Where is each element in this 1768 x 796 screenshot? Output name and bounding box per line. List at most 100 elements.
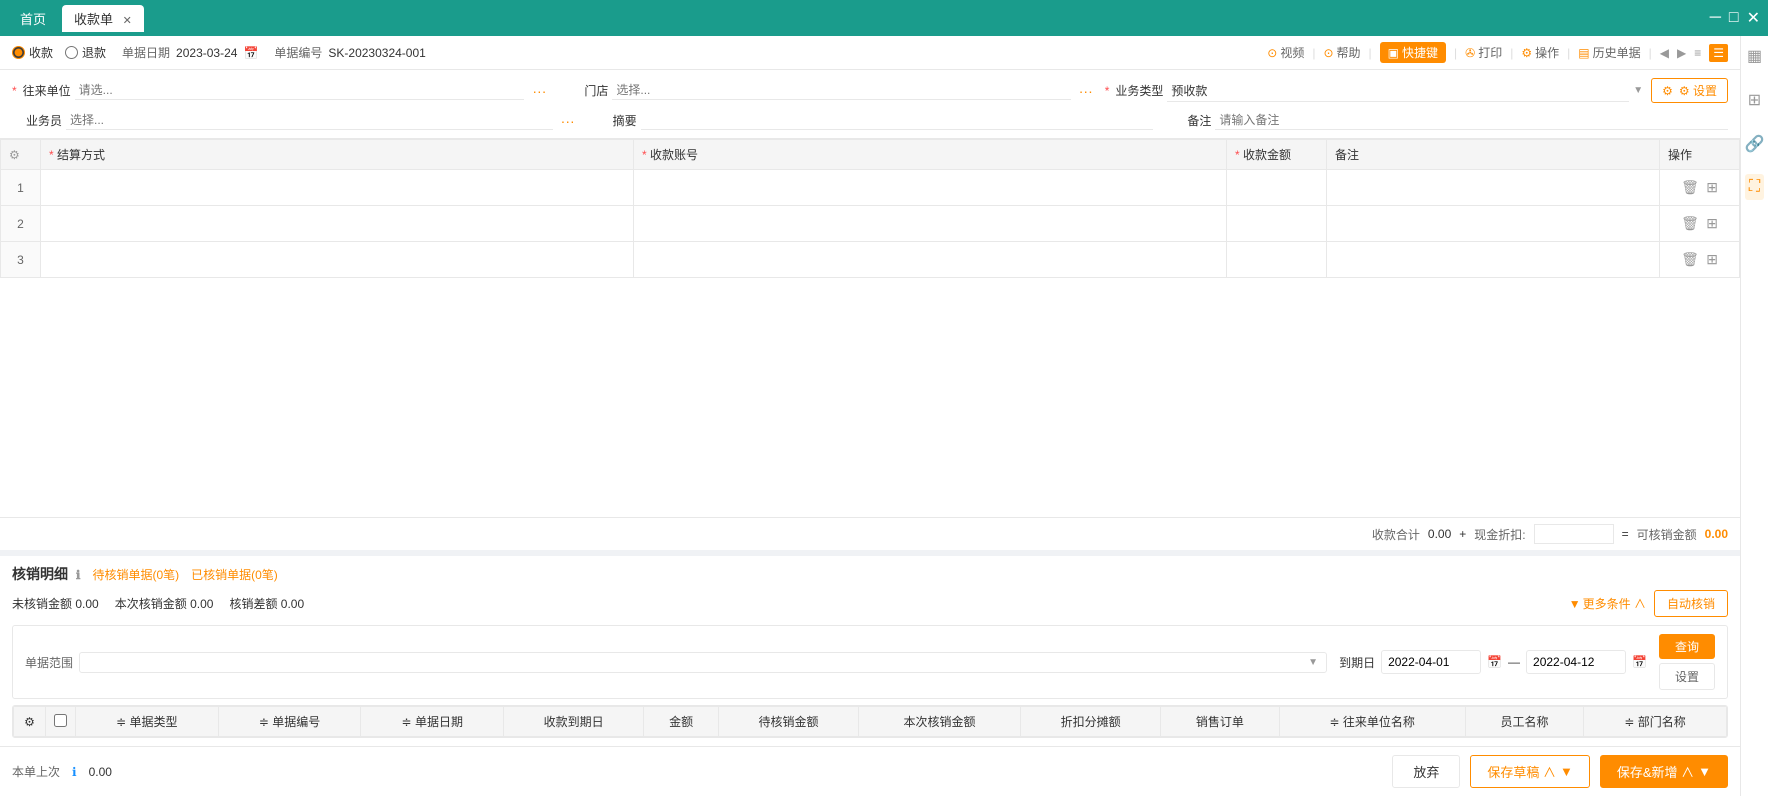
store-input[interactable]: [612, 81, 1070, 100]
amount-cell-2[interactable]: [1226, 206, 1326, 242]
settings-button[interactable]: ⚙ ⚙ 设置: [1651, 78, 1728, 103]
pending-verify-tab[interactable]: 待核销单据(0笔): [92, 566, 179, 583]
shortcut-action[interactable]: ▣ 快捷键: [1380, 42, 1446, 63]
amount-col-header: * 收款金额: [1226, 140, 1326, 170]
current-amount-col: 本次核销金额: [859, 707, 1021, 737]
account-cell-1[interactable]: [633, 170, 1226, 206]
video-action[interactable]: ⊙ 视频: [1267, 44, 1304, 61]
history-action[interactable]: ▤ 历史单据: [1578, 44, 1640, 61]
expand-sidebar-icon[interactable]: ⛶: [1745, 174, 1764, 200]
range-dropdown[interactable]: ▼: [79, 652, 1327, 673]
attach-sidebar-icon[interactable]: 🔗: [1741, 130, 1768, 158]
counterparty-more-icon[interactable]: ···: [528, 83, 550, 99]
counterparty-input[interactable]: [75, 81, 525, 100]
gear-col-header: ⚙: [1, 140, 41, 170]
help-action[interactable]: ⊙ 帮助: [1323, 44, 1360, 61]
verify-stats: 未核销金额 0.00 本次核销金额 0.00 核销差额 0.00 ▼ 更多条件 …: [12, 590, 1728, 617]
copy-row-1-icon[interactable]: ⊞: [1706, 179, 1718, 195]
abandon-button[interactable]: 放弃: [1392, 755, 1460, 788]
save-new-button[interactable]: 保存&新增 ∧ ▼: [1600, 755, 1728, 788]
copy-row-2-icon[interactable]: ⊞: [1706, 215, 1718, 231]
copy-row-3-icon[interactable]: ⊞: [1706, 251, 1718, 267]
nav-right-icon[interactable]: ▶: [1677, 46, 1686, 60]
close-window-icon[interactable]: ✕: [1747, 8, 1760, 28]
table-row: 1 🗑 ⊞: [1, 170, 1740, 206]
diff-stat: 核销差额 0.00: [229, 595, 304, 612]
date-field: 单据日期 2023-03-24 📅: [122, 44, 258, 61]
store-field: 门店 ···: [558, 81, 1096, 100]
account-cell-2[interactable]: [633, 206, 1226, 242]
copy-sidebar-icon[interactable]: ⊞: [1744, 86, 1765, 114]
verify-gear-col[interactable]: ⚙: [14, 707, 46, 737]
layout-icon-1[interactable]: ≡: [1694, 46, 1701, 60]
more-conditions-btn[interactable]: ▼ 更多条件 ∧: [1569, 595, 1646, 612]
operation-action[interactable]: ⚙ 操作: [1521, 44, 1559, 61]
remark-cell-2[interactable]: [1326, 206, 1659, 242]
form-section: * 往来单位 ··· 门店 ··· * 业务类型 预收款 ▼ ⚙: [0, 70, 1740, 139]
receipt-type-group: 收款 退款: [12, 44, 106, 61]
receipt-radio[interactable]: 收款: [12, 44, 53, 61]
remark-input[interactable]: [1215, 111, 1728, 130]
settlement-cell-1[interactable]: [41, 170, 634, 206]
settlement-cell-2[interactable]: [41, 206, 634, 242]
doc-type-col: ≑ 单据类型: [76, 707, 219, 737]
nav-tab-home[interactable]: 首页: [8, 5, 58, 32]
print-action[interactable]: ✇ 打印: [1465, 44, 1502, 61]
verify-checkbox-col: [46, 707, 76, 737]
form-row-1: * 往来单位 ··· 门店 ··· * 业务类型 预收款 ▼ ⚙: [12, 78, 1728, 103]
settings-icon: ⚙: [1662, 84, 1673, 98]
date-to-input[interactable]: [1526, 650, 1626, 674]
remark-cell-1[interactable]: [1326, 170, 1659, 206]
layout-icon-2[interactable]: ☰: [1709, 44, 1728, 62]
calendar-to-icon[interactable]: 📅: [1632, 655, 1647, 669]
date-from-input[interactable]: [1381, 650, 1481, 674]
print-icon: ✇: [1465, 46, 1475, 60]
close-tab-icon[interactable]: ✕: [123, 15, 132, 27]
staff-input[interactable]: [66, 111, 553, 130]
refund-radio[interactable]: 退款: [65, 44, 106, 61]
store-more-icon[interactable]: ···: [1075, 83, 1097, 99]
query-button[interactable]: 查询: [1659, 634, 1715, 659]
sales-order-col: 销售订单: [1161, 707, 1279, 737]
discount-input[interactable]: [1534, 524, 1614, 544]
delete-row-1-icon[interactable]: 🗑: [1681, 179, 1699, 195]
completed-verify-tab[interactable]: 已核销单据(0笔): [191, 566, 278, 583]
business-type-dropdown-icon[interactable]: ▼: [1633, 85, 1643, 96]
filter-icon: ▼: [1569, 597, 1581, 611]
settlement-cell-3[interactable]: [41, 242, 634, 278]
pending-amount-col: 待核销金额: [718, 707, 858, 737]
filter-settings-button[interactable]: 设置: [1659, 663, 1715, 690]
video-icon: ⊙: [1267, 46, 1277, 60]
counterparty-col: ≑ 往来单位名称: [1279, 707, 1465, 737]
account-cell-3[interactable]: [633, 242, 1226, 278]
calendar-icon[interactable]: 📅: [243, 46, 258, 60]
amount-cell-1[interactable]: [1226, 170, 1326, 206]
doc-num-col: ≑ 单据编号: [218, 707, 361, 737]
maximize-icon[interactable]: □: [1729, 9, 1739, 27]
business-type-value: 预收款: [1167, 80, 1629, 102]
select-all-checkbox[interactable]: [54, 714, 67, 727]
remark-cell-3[interactable]: [1326, 242, 1659, 278]
row-num-2: 2: [1, 206, 41, 242]
delete-row-3-icon[interactable]: 🗑: [1681, 251, 1699, 267]
row-num-3: 3: [1, 242, 41, 278]
nav-left-icon[interactable]: ◀: [1660, 46, 1669, 60]
dept-col: ≑ 部门名称: [1584, 707, 1727, 737]
verify-info-icon[interactable]: ℹ: [76, 568, 81, 582]
amount-cell-3[interactable]: [1226, 242, 1326, 278]
help-icon: ⊙: [1323, 46, 1333, 60]
auto-verify-button[interactable]: 自动核销: [1654, 590, 1728, 617]
current-info-icon[interactable]: ℹ: [72, 765, 77, 779]
staff-more-icon[interactable]: ···: [557, 113, 579, 129]
save-draft-button[interactable]: 保存草稿 ∧ ▼: [1470, 755, 1590, 788]
table-gear-icon[interactable]: ⚙: [9, 148, 20, 162]
due-date-col: 收款到期日: [504, 707, 644, 737]
save-new-arrow-icon: ▼: [1698, 764, 1711, 779]
calendar-from-icon[interactable]: 📅: [1487, 655, 1502, 669]
staff-field: 业务员 ···: [12, 111, 579, 130]
table-sidebar-icon[interactable]: ▦: [1743, 42, 1766, 70]
minimize-icon[interactable]: ─: [1710, 9, 1721, 27]
summary-input[interactable]: [641, 111, 1154, 130]
delete-row-2-icon[interactable]: 🗑: [1681, 215, 1699, 231]
nav-tab-receipt[interactable]: 收款单 ✕: [62, 5, 144, 32]
